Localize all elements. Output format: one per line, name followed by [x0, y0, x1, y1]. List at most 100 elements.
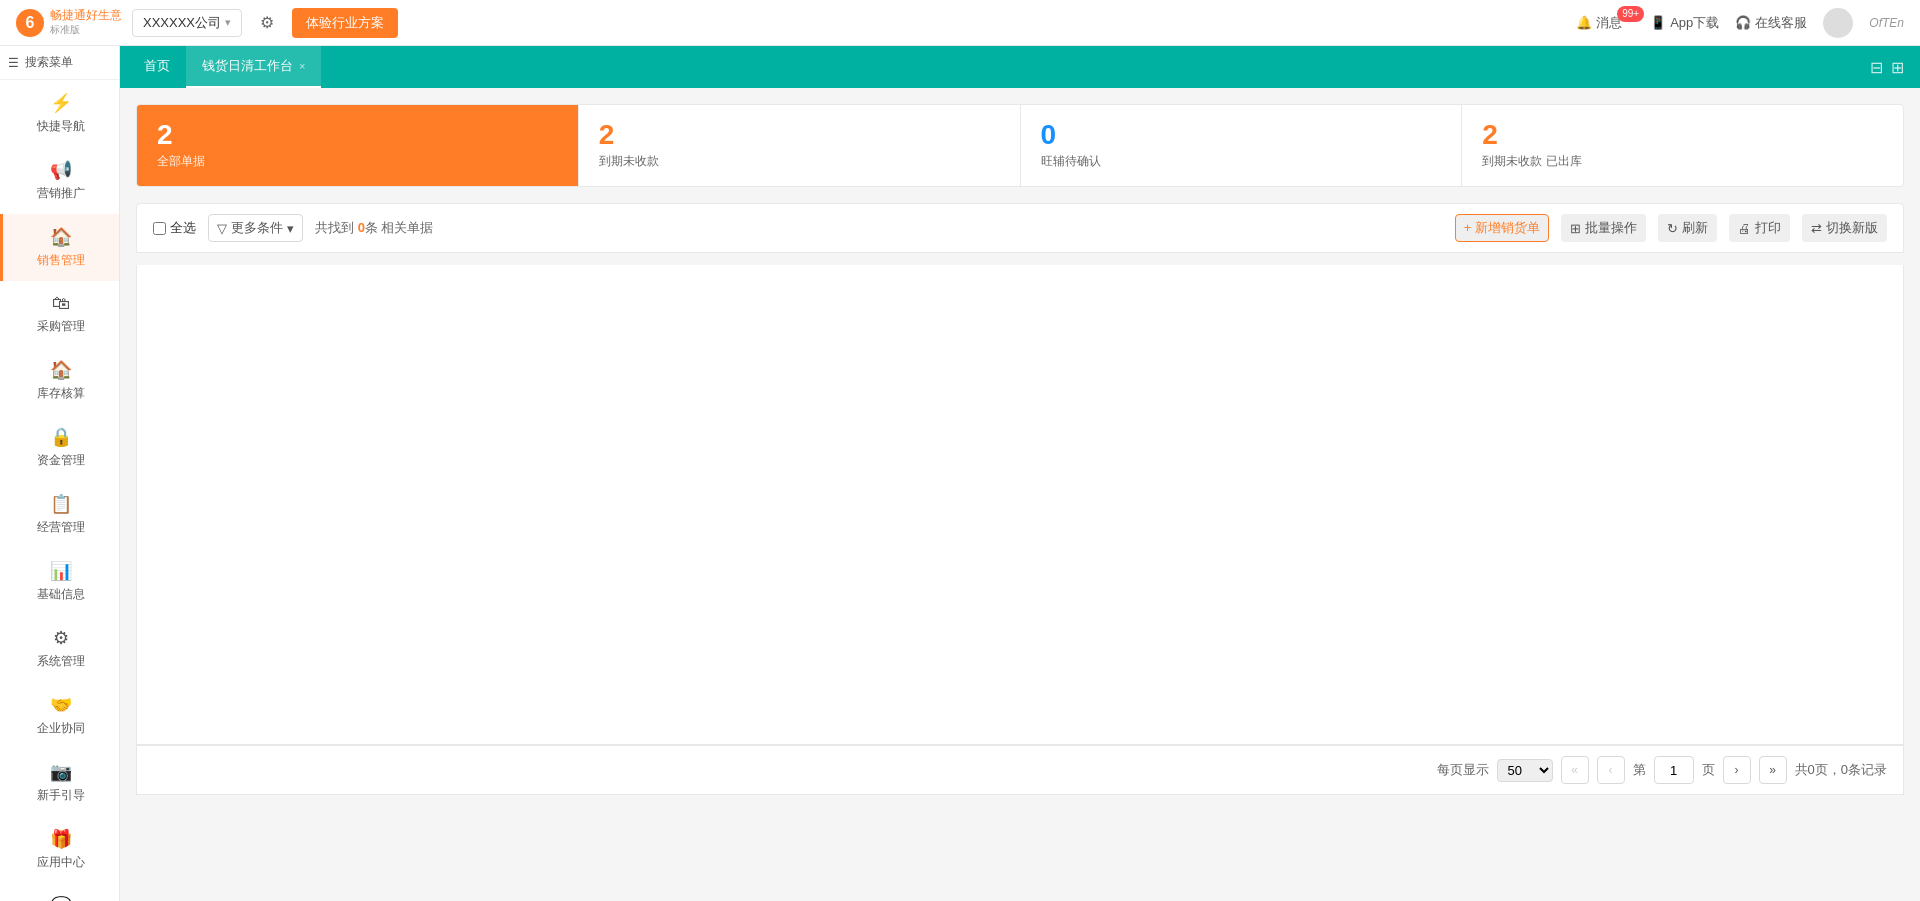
page-size-label: 每页显示: [1437, 761, 1489, 779]
refresh-icon: ↻: [1667, 221, 1678, 236]
nav-tabs-right: ⊟ ⊞: [1870, 46, 1912, 88]
page-content: 2 全部单据 2 到期未收款 0 旺辅待确认 2 到期未收款 已出库 全选: [120, 88, 1920, 901]
page-size-select[interactable]: 50 100 200: [1497, 759, 1553, 782]
home-tab-label: 首页: [144, 57, 170, 75]
stat-overdue-label: 到期未收款: [599, 153, 1000, 170]
sidebar-item-marketing[interactable]: 📢 营销推广: [0, 147, 119, 214]
company-selector[interactable]: XXXXXX公司 ▾: [132, 9, 242, 37]
messages-button[interactable]: 🔔 消息 99+: [1576, 14, 1634, 32]
sidebar-item-quick-nav[interactable]: ⚡ 快捷导航: [0, 80, 119, 147]
total-info: 共0页，0条记录: [1795, 761, 1887, 779]
sidebar-item-app-center[interactable]: 🎁 应用中心: [0, 816, 119, 883]
sidebar: ☰ 搜索菜单 ⚡ 快捷导航 📢 营销推广 🏠 销售管理 🛍 采购管理 🏠 库存核…: [0, 46, 120, 901]
stat-overdue-unpaid[interactable]: 2 到期未收款: [579, 105, 1021, 186]
search-icon: ☰: [8, 56, 19, 70]
trial-button[interactable]: 体验行业方案: [292, 8, 398, 38]
print-icon: 🖨: [1738, 221, 1751, 236]
sidebar-item-new-guide[interactable]: 📷 新手引导: [0, 749, 119, 816]
filter-button[interactable]: ▽ 更多条件 ▾: [208, 214, 303, 242]
sales-icon: 🏠: [50, 226, 72, 248]
sys-icon: ⚙: [53, 627, 69, 649]
stats-row: 2 全部单据 2 到期未收款 0 旺辅待确认 2 到期未收款 已出库: [136, 104, 1904, 187]
stat-unshipped-label: 到期未收款 已出库: [1482, 153, 1883, 170]
toolbar-left: 全选 ▽ 更多条件 ▾ 共找到 0条 相关单据: [153, 214, 433, 242]
stat-overdue-unshipped[interactable]: 2 到期未收款 已出库: [1462, 105, 1903, 186]
select-all-input[interactable]: [153, 222, 166, 235]
sidebar-item-purchase[interactable]: 🛍 采购管理: [0, 281, 119, 347]
sidebar-item-sys-mgmt[interactable]: ⚙ 系统管理: [0, 615, 119, 682]
guide-icon: 📷: [50, 761, 72, 783]
add-sales-order-button[interactable]: + 新增销货单: [1455, 214, 1549, 242]
download-icon: 📱: [1650, 15, 1666, 30]
search-menu-label: 搜索菜单: [25, 54, 73, 71]
table-footer: 每页显示 50 100 200 « ‹ 第 页 › » 共0页，0条记录: [136, 745, 1904, 795]
sidebar-item-label: 企业协同: [37, 720, 85, 737]
sidebar-item-base-info[interactable]: 📊 基础信息: [0, 548, 119, 615]
switch-version-button[interactable]: ⇄ 切换新版: [1802, 214, 1887, 242]
sidebar-item-label: 系统管理: [37, 653, 85, 670]
batch-label: 批量操作: [1585, 219, 1637, 237]
stat-wangwang[interactable]: 0 旺辅待确认: [1021, 105, 1463, 186]
app-download-button[interactable]: 📱 App下载: [1650, 14, 1719, 32]
stat-all-num: 2: [157, 121, 558, 149]
refresh-button[interactable]: ↻ 刷新: [1658, 214, 1717, 242]
sidebar-item-operations[interactable]: 📋 经营管理: [0, 481, 119, 548]
page-label: 第: [1633, 761, 1646, 779]
minimize-tab-button[interactable]: ⊟: [1870, 58, 1883, 77]
chevron-down-icon: ▾: [225, 16, 231, 29]
search-menu-button[interactable]: ☰ 搜索菜单: [0, 46, 119, 80]
logo-area: 6 畅捷通好生意 标准版: [16, 8, 122, 38]
app-download-label: App下载: [1670, 14, 1719, 32]
filter-icon: ▽: [217, 221, 227, 236]
sidebar-item-label: 应用中心: [37, 854, 85, 871]
toolbar-right: + 新增销货单 ⊞ 批量操作 ↻ 刷新 🖨 打印 ⇄ 切换新版: [1455, 214, 1887, 242]
sidebar-item-corp-wx[interactable]: 💬 企业微信: [0, 883, 119, 901]
print-label: 打印: [1755, 219, 1781, 237]
print-button[interactable]: 🖨 打印: [1729, 214, 1790, 242]
app-center-icon: 🎁: [50, 828, 72, 850]
wx-icon: 💬: [50, 895, 72, 901]
main-content: 首页 钱货日清工作台 × ⊟ ⊞ 2 全部单据 2 到期未收款 0 旺辅待确认: [120, 46, 1920, 901]
batch-operation-button[interactable]: ⊞ 批量操作: [1561, 214, 1646, 242]
toolbar: 全选 ▽ 更多条件 ▾ 共找到 0条 相关单据 + 新增销货单 ⊞ 批量操作: [136, 203, 1904, 253]
daily-work-tab-label: 钱货日清工作台: [202, 57, 293, 75]
logo-icon: 6: [16, 9, 44, 37]
tab-home[interactable]: 首页: [128, 46, 186, 88]
page-number-input[interactable]: [1654, 756, 1694, 784]
sidebar-item-sales[interactable]: 🏠 销售管理: [0, 214, 119, 281]
coop-icon: 🤝: [50, 694, 72, 716]
refresh-label: 刷新: [1682, 219, 1708, 237]
next-page-button[interactable]: ›: [1723, 756, 1751, 784]
top-header: 6 畅捷通好生意 标准版 XXXXXX公司 ▾ ⚙ 体验行业方案 🔔 消息 99…: [0, 0, 1920, 46]
maximize-tab-button[interactable]: ⊞: [1891, 58, 1904, 77]
stat-all-label: 全部单据: [157, 153, 558, 170]
switch-label: 切换新版: [1826, 219, 1878, 237]
sidebar-item-label: 新手引导: [37, 787, 85, 804]
online-service-button[interactable]: 🎧 在线客服: [1735, 14, 1807, 32]
gear-icon: ⚙: [260, 13, 274, 32]
avatar[interactable]: [1823, 8, 1853, 38]
sidebar-item-finance[interactable]: 🔒 资金管理: [0, 414, 119, 481]
sidebar-item-label: 营销推广: [37, 185, 85, 202]
first-page-button[interactable]: «: [1561, 756, 1589, 784]
prev-page-button[interactable]: ‹: [1597, 756, 1625, 784]
close-tab-icon[interactable]: ×: [299, 60, 305, 72]
logo-title: 畅捷通好生意: [50, 8, 122, 24]
stat-overdue-num: 2: [599, 121, 1000, 149]
stat-all[interactable]: 2 全部单据: [137, 105, 579, 186]
filter-label: 更多条件: [231, 219, 283, 237]
settings-button[interactable]: ⚙: [252, 8, 282, 38]
select-all-label: 全选: [170, 219, 196, 237]
online-service-label: 在线客服: [1755, 14, 1807, 32]
result-text: 共找到 0条 相关单据: [315, 219, 433, 237]
logo-subtitle: 标准版: [50, 23, 122, 37]
chevron-filter-icon: ▾: [287, 221, 294, 236]
sidebar-item-label: 经营管理: [37, 519, 85, 536]
marketing-icon: 📢: [50, 159, 72, 181]
select-all-checkbox[interactable]: 全选: [153, 219, 196, 237]
tab-daily-work[interactable]: 钱货日清工作台 ×: [186, 46, 321, 88]
sidebar-item-corp-coop[interactable]: 🤝 企业协同: [0, 682, 119, 749]
result-suffix: 条 相关单据: [365, 220, 434, 235]
last-page-button[interactable]: »: [1759, 756, 1787, 784]
sidebar-item-inventory[interactable]: 🏠 库存核算: [0, 347, 119, 414]
